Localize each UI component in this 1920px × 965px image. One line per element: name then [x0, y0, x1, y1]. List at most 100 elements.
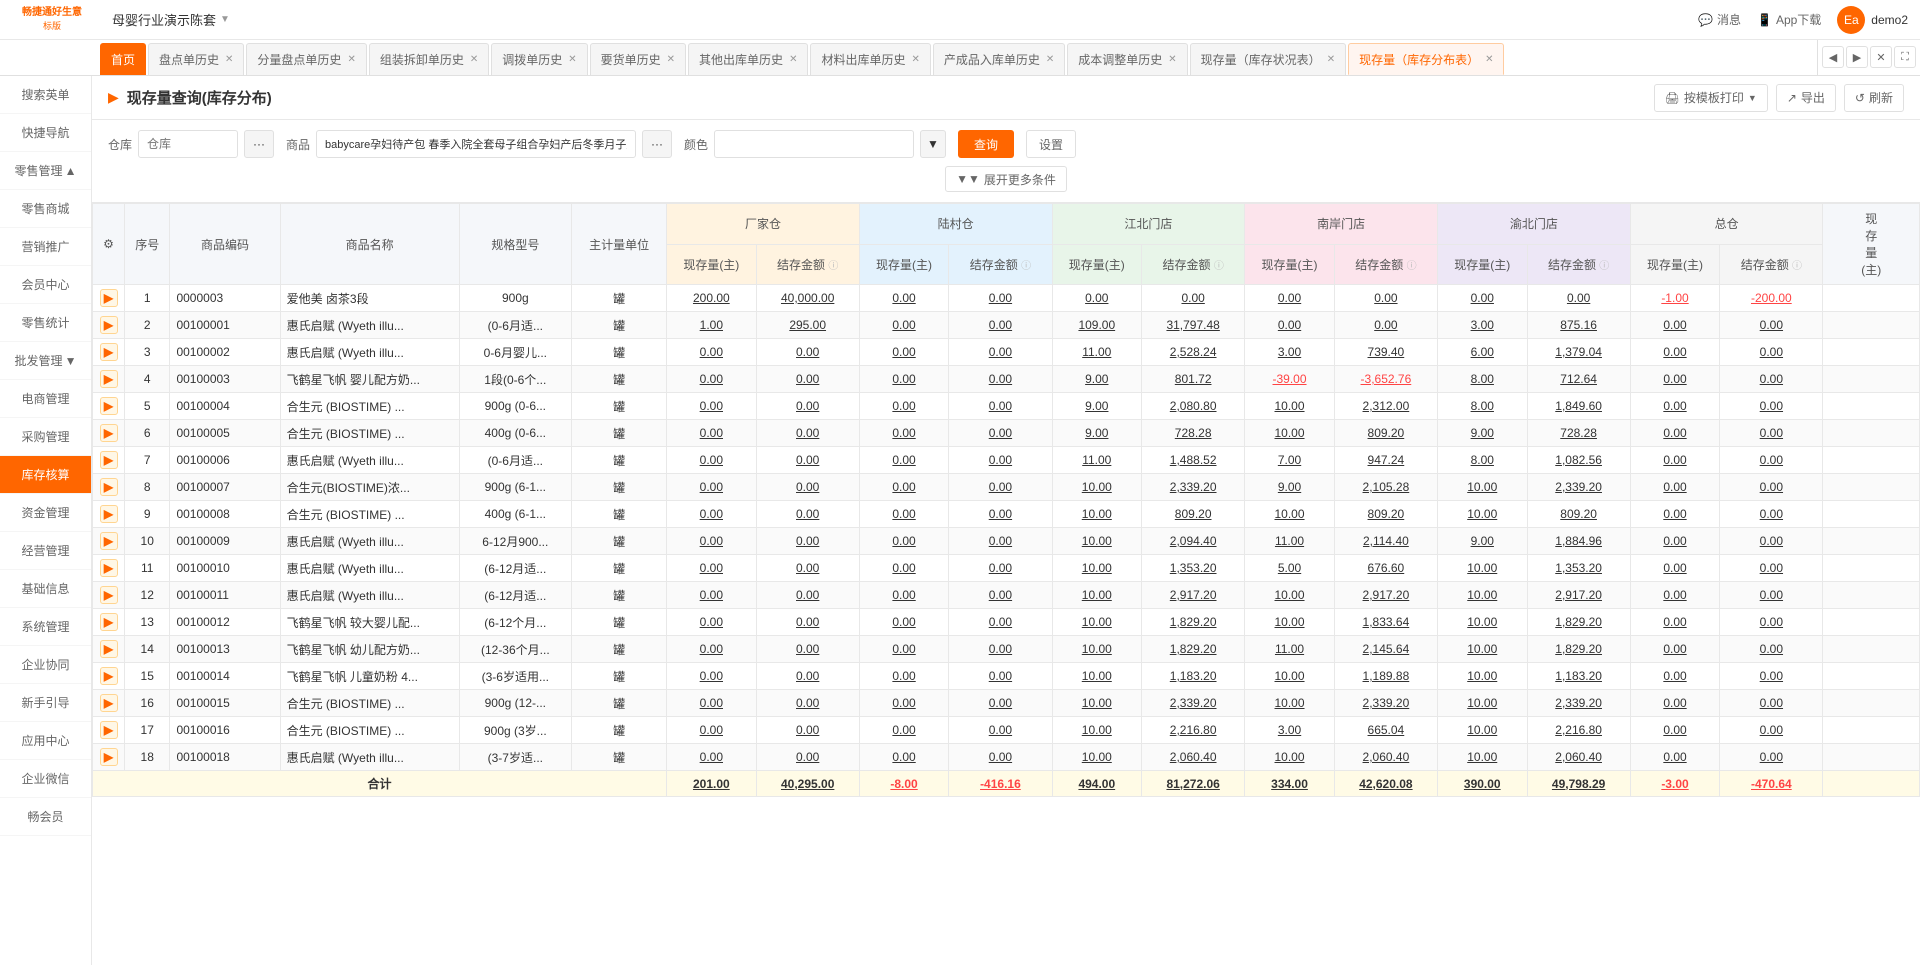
row-w5-stock[interactable]: 9.00	[1438, 420, 1527, 447]
row-w3-amount[interactable]: 2,216.80	[1142, 717, 1245, 744]
message-btn[interactable]: 💬 消息	[1698, 11, 1741, 28]
tab-other-outbound-close[interactable]: ✕	[789, 54, 797, 65]
row-total-stock[interactable]: 0.00	[1630, 420, 1719, 447]
row-w4-amount[interactable]: 2,312.00	[1334, 393, 1437, 420]
row-w2-amount[interactable]: 0.00	[949, 339, 1052, 366]
sidebar-item-quick-nav[interactable]: 快捷导航	[0, 114, 91, 152]
row-w1-stock[interactable]: 0.00	[667, 744, 756, 771]
row-w5-stock[interactable]: 3.00	[1438, 312, 1527, 339]
row-w3-amount[interactable]: 1,488.52	[1142, 447, 1245, 474]
expand-icon[interactable]: ▶	[100, 370, 118, 388]
row-w5-amount[interactable]: 1,829.20	[1527, 636, 1630, 663]
row-total-stock[interactable]: -1.00	[1630, 285, 1719, 312]
row-w3-stock[interactable]: 109.00	[1052, 312, 1141, 339]
row-w5-stock[interactable]: 10.00	[1438, 582, 1527, 609]
row-w3-amount[interactable]: 1,829.20	[1142, 636, 1245, 663]
expand-icon[interactable]: ▶	[100, 667, 118, 685]
row-expand[interactable]: ▶	[93, 528, 125, 555]
row-w3-stock[interactable]: 0.00	[1052, 285, 1141, 312]
row-w1-amount[interactable]: 0.00	[756, 501, 859, 528]
expand-icon[interactable]: ▶	[100, 721, 118, 739]
tab-assembly[interactable]: 组装拆卸单历史 ✕	[369, 43, 489, 75]
sidebar-item-retail-stats[interactable]: 零售统计	[0, 304, 91, 342]
sidebar-item-wholesale[interactable]: 批发管理 ▼	[0, 342, 91, 380]
tab-cost-adjust-close[interactable]: ✕	[1168, 54, 1176, 65]
row-expand[interactable]: ▶	[93, 582, 125, 609]
row-w4-stock[interactable]: 5.00	[1245, 555, 1334, 582]
row-w5-amount[interactable]: 712.64	[1527, 366, 1630, 393]
settings-icon[interactable]: ⚙	[103, 237, 114, 251]
row-total-stock[interactable]: 0.00	[1630, 312, 1719, 339]
row-w2-amount[interactable]: 0.00	[949, 474, 1052, 501]
row-expand[interactable]: ▶	[93, 285, 125, 312]
row-w3-amount[interactable]: 2,080.80	[1142, 393, 1245, 420]
row-w4-stock[interactable]: 11.00	[1245, 528, 1334, 555]
expand-icon[interactable]: ▶	[100, 343, 118, 361]
sidebar-item-inventory[interactable]: 库存核算	[0, 456, 91, 494]
row-total-amount[interactable]: 0.00	[1720, 609, 1823, 636]
row-w2-amount[interactable]: 0.00	[949, 609, 1052, 636]
expand-icon[interactable]: ▶	[100, 316, 118, 334]
row-w1-amount[interactable]: 0.00	[756, 447, 859, 474]
row-w3-amount[interactable]: 2,060.40	[1142, 744, 1245, 771]
sidebar-item-marketing[interactable]: 营销推广	[0, 228, 91, 266]
row-total-stock[interactable]: 0.00	[1630, 393, 1719, 420]
sidebar-item-purchase[interactable]: 采购管理	[0, 418, 91, 456]
row-w5-stock[interactable]: 10.00	[1438, 636, 1527, 663]
row-w1-amount[interactable]: 0.00	[756, 474, 859, 501]
sidebar-item-enterprise-wechat[interactable]: 企业微信	[0, 760, 91, 798]
row-w2-stock[interactable]: 0.00	[859, 339, 948, 366]
row-w2-amount[interactable]: 0.00	[949, 393, 1052, 420]
tab-stock-status-close[interactable]: ✕	[1327, 54, 1335, 65]
row-w3-stock[interactable]: 11.00	[1052, 447, 1141, 474]
user-area[interactable]: Ea demo2	[1837, 6, 1908, 34]
row-w4-stock[interactable]: -39.00	[1245, 366, 1334, 393]
sidebar-item-member[interactable]: 会员中心	[0, 266, 91, 304]
row-w5-amount[interactable]: 1,379.04	[1527, 339, 1630, 366]
row-w2-amount[interactable]: 0.00	[949, 636, 1052, 663]
row-w1-stock[interactable]: 0.00	[667, 447, 756, 474]
tab-assembly-close[interactable]: ✕	[470, 54, 478, 65]
tab-sub-inventory[interactable]: 分量盘点单历史 ✕	[246, 43, 366, 75]
row-w4-amount[interactable]: 0.00	[1334, 285, 1437, 312]
w4-amount-info[interactable]: ⓘ	[1407, 261, 1417, 272]
sidebar-item-basics[interactable]: 基础信息	[0, 570, 91, 608]
row-w1-amount[interactable]: 40,000.00	[756, 285, 859, 312]
row-w1-stock[interactable]: 200.00	[667, 285, 756, 312]
expand-icon[interactable]: ▶	[100, 505, 118, 523]
row-w2-amount[interactable]: 0.00	[949, 582, 1052, 609]
row-w3-stock[interactable]: 10.00	[1052, 690, 1141, 717]
row-total-amount[interactable]: -200.00	[1720, 285, 1823, 312]
row-total-stock[interactable]: 0.00	[1630, 339, 1719, 366]
row-total-stock[interactable]: 0.00	[1630, 555, 1719, 582]
row-w4-stock[interactable]: 10.00	[1245, 582, 1334, 609]
row-w2-stock[interactable]: 0.00	[859, 582, 948, 609]
tab-cost-adjust[interactable]: 成本调整单历史 ✕	[1067, 43, 1187, 75]
store-dropdown-icon[interactable]: ▼	[220, 14, 230, 25]
row-w5-stock[interactable]: 10.00	[1438, 609, 1527, 636]
tab-inventory-history-close[interactable]: ✕	[225, 54, 233, 65]
row-w3-amount[interactable]: 2,528.24	[1142, 339, 1245, 366]
row-total-stock[interactable]: 0.00	[1630, 717, 1719, 744]
tab-inventory-history[interactable]: 盘点单历史 ✕	[148, 43, 244, 75]
row-w5-amount[interactable]: 1,849.60	[1527, 393, 1630, 420]
row-w1-stock[interactable]: 0.00	[667, 528, 756, 555]
sidebar-item-ecommerce[interactable]: 电商管理	[0, 380, 91, 418]
row-total-stock[interactable]: 0.00	[1630, 447, 1719, 474]
row-w5-stock[interactable]: 10.00	[1438, 744, 1527, 771]
row-w3-stock[interactable]: 10.00	[1052, 474, 1141, 501]
row-w2-stock[interactable]: 0.00	[859, 744, 948, 771]
row-w1-amount[interactable]: 0.00	[756, 366, 859, 393]
row-w3-stock[interactable]: 10.00	[1052, 744, 1141, 771]
expand-icon[interactable]: ▶	[100, 289, 118, 307]
row-w4-stock[interactable]: 10.00	[1245, 663, 1334, 690]
row-w2-amount[interactable]: 0.00	[949, 312, 1052, 339]
tab-other-outbound[interactable]: 其他出库单历史 ✕	[688, 43, 808, 75]
tab-material-outbound[interactable]: 材料出库单历史 ✕	[810, 43, 930, 75]
color-input[interactable]	[714, 130, 914, 158]
row-total-amount[interactable]: 0.00	[1720, 663, 1823, 690]
row-w3-stock[interactable]: 10.00	[1052, 501, 1141, 528]
row-w5-amount[interactable]: 1,183.20	[1527, 663, 1630, 690]
row-w5-amount[interactable]: 1,829.20	[1527, 609, 1630, 636]
row-w4-stock[interactable]: 10.00	[1245, 501, 1334, 528]
